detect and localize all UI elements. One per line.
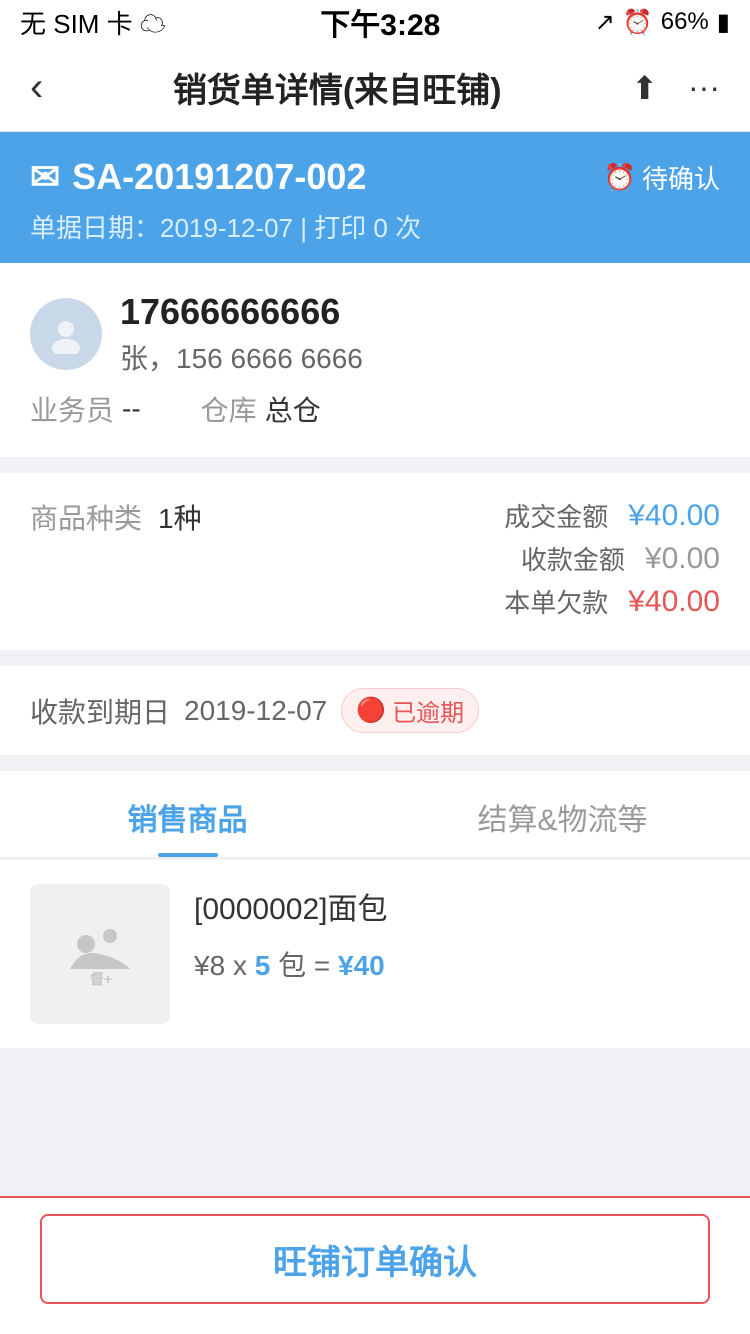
status-left: 无 SIM 卡 ☁ (20, 4, 166, 41)
sim-status: 无 SIM 卡 ☁ (20, 4, 166, 41)
more-icon[interactable]: ··· (688, 69, 720, 106)
order-banner: ✉ SA-20191207-002 ⏰ 待确认 单据日期：2019-12-07 … (0, 132, 750, 263)
overdue-icon: 🔴 (356, 696, 386, 725)
overdue-text: 已逾期 (392, 693, 464, 728)
confirm-button[interactable]: 旺铺订单确认 (40, 1214, 710, 1304)
page-title: 销货单详情(来自旺铺) (173, 63, 502, 112)
battery-icon: ▮ (717, 8, 730, 37)
product-unit: 包 (278, 950, 306, 981)
tab-sales-products[interactable]: 销售商品 (0, 771, 375, 857)
summary-section: 商品种类 1种 成交金额 ¥40.00 收款金额 ¥0.00 本单欠款 ¥40.… (0, 473, 750, 666)
order-icon: ✉ (30, 156, 60, 198)
bottom-bar: 旺铺订单确认 (0, 1196, 750, 1334)
owed-amount-row: 本单欠款 ¥40.00 (504, 583, 720, 620)
deal-amount-value: ¥40.00 (628, 499, 720, 533)
due-label: 收款到期日 (30, 691, 170, 731)
received-amount-row: 收款金额 ¥0.00 (504, 540, 720, 577)
product-type-label: 商品种类 (30, 497, 142, 537)
order-status: ⏰ 待确认 (604, 159, 720, 196)
amounts: 成交金额 ¥40.00 收款金额 ¥0.00 本单欠款 ¥40.00 (504, 497, 720, 626)
tab-settlement-label: 结算&物流等 (477, 804, 647, 837)
product-unit-price: ¥8 (194, 950, 225, 981)
product-thumbnail: 督+ (30, 884, 170, 1024)
status-clock-icon: ⏰ (604, 162, 636, 193)
product-price-row: ¥8 x 5 包 = ¥40 (194, 944, 720, 984)
avatar (30, 298, 102, 370)
due-section: 收款到期日 2019-12-07 🔴 已逾期 (0, 666, 750, 771)
salesperson-item: 业务员 -- (30, 389, 141, 429)
price-equals: = (314, 950, 338, 981)
status-right: ↗ ⏰ 66% ▮ (595, 8, 730, 37)
order-number-text: SA-20191207-002 (72, 156, 366, 198)
status-bar: 无 SIM 卡 ☁ 下午3:28 ↗ ⏰ 66% ▮ (0, 0, 750, 44)
battery-level: 66% (661, 8, 709, 36)
alarm-icon: ⏰ (623, 8, 653, 37)
product-details: [0000002]面包 ¥8 x 5 包 = ¥40 (194, 884, 720, 984)
overdue-badge: 🔴 已逾期 (341, 688, 479, 733)
warehouse-label: 仓库 (201, 389, 257, 429)
location-icon: ↗ (595, 8, 615, 37)
due-date: 2019-12-07 (184, 695, 327, 727)
price-multiply: x (233, 950, 255, 981)
order-status-text: 待确认 (642, 159, 720, 196)
nav-actions: ⬆ ··· (631, 69, 720, 107)
customer-sub: 张，156 6666 6666 (120, 337, 363, 377)
tab-sales-products-label: 销售商品 (128, 804, 248, 837)
warehouse-item: 仓库 总仓 (201, 389, 321, 429)
order-number: ✉ SA-20191207-002 (30, 156, 366, 198)
order-date: 单据日期：2019-12-07 | 打印 0 次 (30, 208, 720, 245)
product-type: 商品种类 1种 (30, 497, 202, 537)
deal-amount-label: 成交金额 (504, 497, 608, 534)
product-name: [0000002]面包 (194, 884, 720, 928)
customer-phone: 17666666666 (120, 291, 363, 333)
product-list: 督+ [0000002]面包 ¥8 x 5 包 = ¥40 (0, 860, 750, 1048)
product-qty: 5 (255, 950, 271, 981)
salesperson-label: 业务员 (30, 389, 114, 429)
status-time: 下午3:28 (320, 0, 440, 44)
customer-meta: 业务员 -- 仓库 总仓 (30, 389, 720, 429)
deal-amount-row: 成交金额 ¥40.00 (504, 497, 720, 534)
received-amount-value: ¥0.00 (645, 542, 720, 576)
product-type-value: 1种 (158, 497, 202, 537)
back-button[interactable]: ‹ (30, 65, 43, 110)
warehouse-value: 总仓 (265, 389, 321, 429)
owed-amount-value: ¥40.00 (628, 585, 720, 619)
svg-text:督+: 督+ (90, 971, 112, 987)
received-amount-label: 收款金额 (521, 540, 625, 577)
salesperson-value: -- (122, 393, 141, 425)
tabs: 销售商品 结算&物流等 (0, 771, 750, 858)
customer-section: 17666666666 张，156 6666 6666 业务员 -- 仓库 总仓 (0, 263, 750, 473)
product-total: ¥40 (338, 950, 385, 981)
product-item: 督+ [0000002]面包 ¥8 x 5 包 = ¥40 (30, 884, 720, 1024)
export-icon[interactable]: ⬆ (631, 69, 658, 107)
nav-bar: ‹ 销货单详情(来自旺铺) ⬆ ··· (0, 44, 750, 132)
tab-settlement[interactable]: 结算&物流等 (375, 771, 750, 857)
owed-amount-label: 本单欠款 (504, 583, 608, 620)
